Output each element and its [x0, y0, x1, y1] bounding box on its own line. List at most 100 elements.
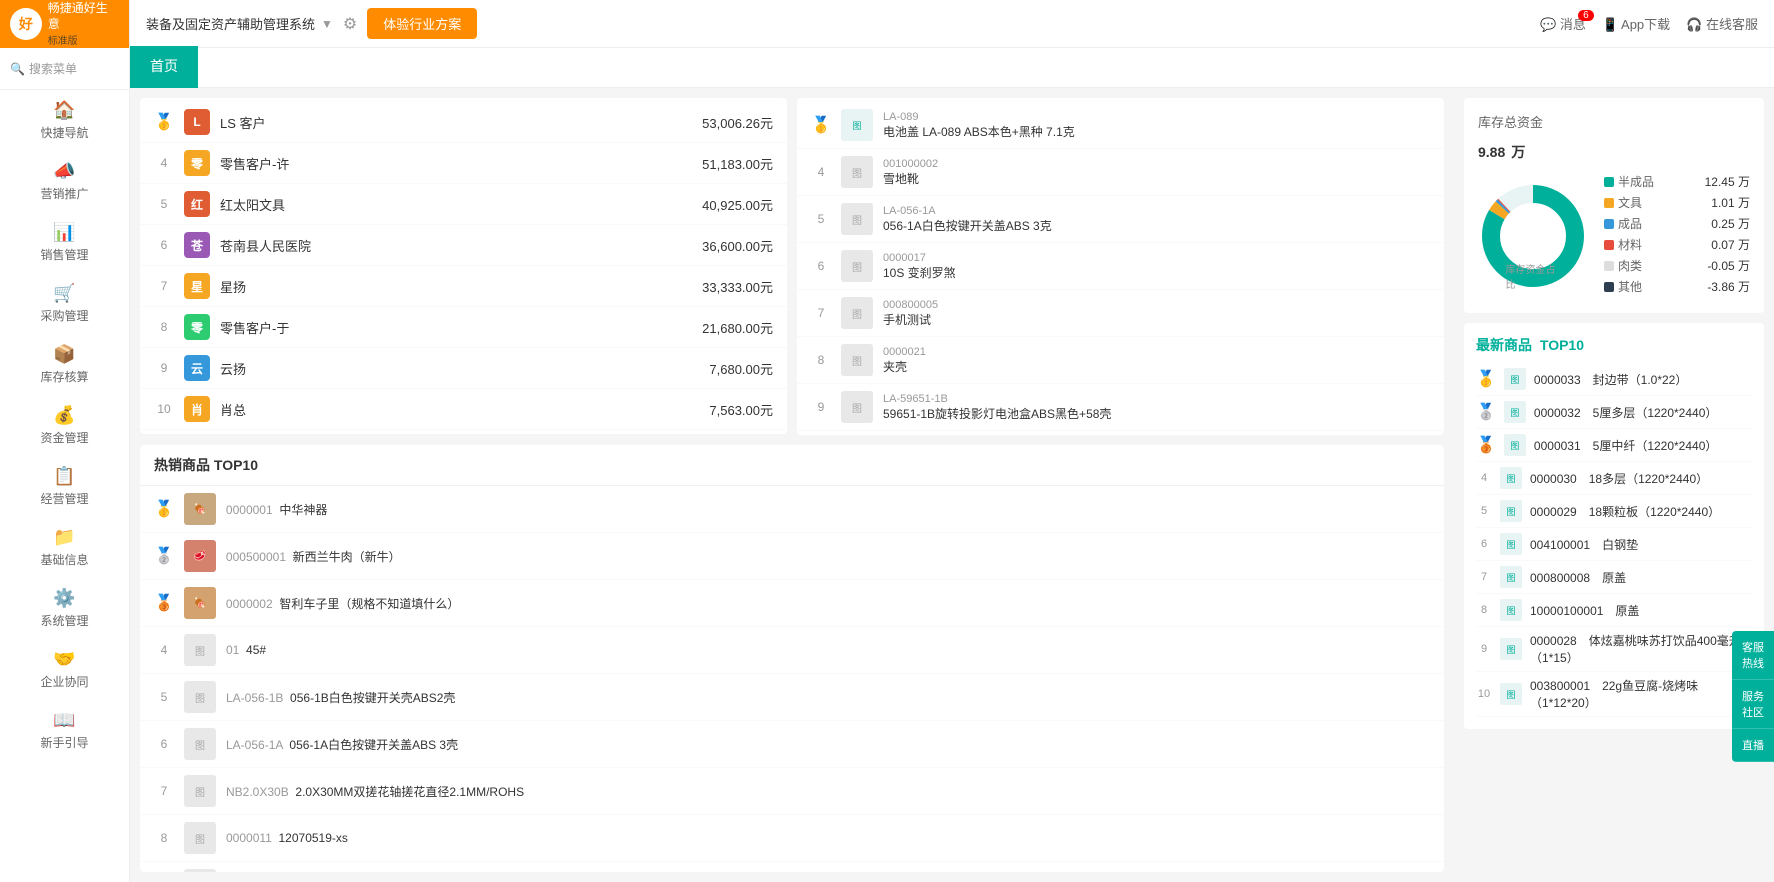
hot-product-item: 8 图 0000011 12070519-xs — [140, 815, 1444, 862]
product-name: 59651-1B旋转投影灯电池盒ABS黑色+58壳 — [883, 405, 1430, 422]
trial-button[interactable]: 体验行业方案 — [367, 8, 477, 39]
new-product-image: 图 — [1500, 500, 1522, 522]
rank-number: 8 — [1476, 604, 1492, 616]
sidebar-search-section[interactable]: 🔍 搜索菜单 — [0, 48, 129, 90]
chart-legend: 半成品 12.45 万 文具 1.01 万 成品 0.25 万 材料 — [1604, 173, 1750, 299]
product-image: 图 — [841, 203, 873, 235]
legend-value: -3.86 万 — [1707, 278, 1750, 295]
product-details: 001000002 雪地靴 — [883, 158, 1430, 187]
new-product-image: 图 — [1500, 566, 1522, 588]
float-btn-service[interactable]: 客服热线 — [1732, 631, 1774, 680]
legend-item: 材料 0.07 万 — [1604, 236, 1750, 253]
sidebar-item-system[interactable]: ⚙️ 系统管理 — [0, 578, 129, 639]
gear-icon[interactable]: ⚙ — [343, 14, 357, 34]
sales-icon: 📊 — [53, 222, 75, 243]
system-selector[interactable]: 装备及固定资产辅助管理系统 ▼ — [146, 14, 333, 33]
rank-number: 8 — [154, 831, 174, 845]
inventory-title: 库存总资金 — [1478, 112, 1750, 131]
product-image: 图 — [184, 728, 216, 760]
rank-number: 6 — [154, 737, 174, 751]
product-image: 图 — [184, 775, 216, 807]
rank-number: 9 — [811, 400, 831, 414]
tab-home[interactable]: 首页 — [130, 46, 198, 89]
product-image: 图 — [841, 109, 873, 141]
product-code: 000800005 — [883, 299, 1430, 311]
rank-number: 6 — [154, 238, 174, 252]
customer-value: 7,563.00元 — [709, 400, 773, 419]
rank-number: 10 — [1476, 688, 1492, 700]
product-code: LA-089 — [883, 111, 1430, 123]
new-product-info: 000800008 原盖 — [1530, 569, 1752, 586]
customer-avatar: 零 — [184, 150, 210, 176]
product-image: 图 — [841, 391, 873, 423]
legend-label: 成品 — [1618, 215, 1642, 232]
new-product-item: 10 图 003800001 22g鱼豆腐-烧烤味（1*12*20） — [1476, 672, 1752, 717]
bronze-medal-icon: 🥉 — [1476, 435, 1496, 455]
new-product-info: 004100001 白钢垫 — [1530, 536, 1752, 553]
product-code: 001000002 — [883, 158, 1430, 170]
new-product-item: 🥈 图 0000032 5厘多层（1220*2440） — [1476, 396, 1752, 429]
app-download-button[interactable]: 📱 App下载 — [1602, 14, 1670, 33]
new-product-item: 5 图 0000029 18颗粒板（1220*2440） — [1476, 495, 1752, 528]
gold-medal-icon: 🥇 — [154, 499, 174, 519]
legend-item: 肉类 -0.05 万 — [1604, 257, 1750, 274]
operations-icon: 📋 — [53, 466, 75, 487]
rank-number: 5 — [154, 690, 174, 704]
product-name: 056-1A白色按键开关盖ABS 3壳 — [289, 738, 458, 752]
rank-number: 4 — [154, 156, 174, 170]
sidebar-item-finance[interactable]: 💰 资金管理 — [0, 395, 129, 456]
product-code: 0000001 — [226, 503, 273, 517]
sidebar-item-sales[interactable]: 📊 销售管理 — [0, 212, 129, 273]
float-btn-live[interactable]: 直播 — [1732, 729, 1774, 762]
product-details: 000800005 手机测试 — [883, 299, 1430, 328]
sidebar-item-inventory[interactable]: 📦 库存核算 — [0, 334, 129, 395]
sold-product-item: 8 图 0000021 夹壳 — [797, 337, 1444, 384]
online-service-button[interactable]: 🎧 在线客服 — [1686, 14, 1758, 33]
sidebar-item-purchase[interactable]: 🛒 采购管理 — [0, 273, 129, 334]
sidebar-item-quicknav[interactable]: 🏠 快捷导航 — [0, 90, 129, 151]
legend-label: 肉类 — [1618, 257, 1642, 274]
sidebar-item-collab[interactable]: 🤝 企业协同 — [0, 639, 129, 700]
sold-product-item: 7 图 000800005 手机测试 — [797, 290, 1444, 337]
system-name: 装备及固定资产辅助管理系统 — [146, 14, 315, 33]
new-product-info: 0000033 封边带（1.0*22） — [1534, 371, 1752, 388]
float-btn-community[interactable]: 服务社区 — [1732, 680, 1774, 729]
product-name: 夹壳 — [883, 358, 1430, 375]
guide-icon: 📖 — [53, 710, 75, 731]
chart-label: 库存资金占比 — [1506, 261, 1561, 291]
product-image: 🍖 — [184, 493, 216, 525]
sidebar-item-basics[interactable]: 📁 基础信息 — [0, 517, 129, 578]
customer-name: LS 客户 — [220, 113, 692, 132]
product-code: LA-056-1B — [226, 691, 283, 705]
basics-icon: 📁 — [53, 527, 75, 548]
sidebar-item-operations[interactable]: 📋 经营管理 — [0, 456, 129, 517]
basics-label: 基础信息 — [40, 551, 88, 568]
rank-number: 7 — [154, 279, 174, 293]
legend-value: 1.01 万 — [1711, 194, 1750, 211]
customer-avatar: 云 — [184, 355, 210, 381]
product-details: LA-089 电池盖 LA-089 ABS本色+黑种 7.1克 — [883, 111, 1430, 140]
quicknav-label: 快捷导航 — [40, 124, 88, 141]
message-icon: 💬 — [1540, 17, 1556, 32]
logo-sub: 标准版 — [48, 32, 119, 47]
inventory-amount: 9.88 万 — [1478, 137, 1750, 163]
rank-number: 4 — [154, 643, 174, 657]
operations-label: 经营管理 — [40, 490, 88, 507]
logo-icon: 好 — [10, 8, 42, 40]
legend-item: 半成品 12.45 万 — [1604, 173, 1750, 190]
new-product-info: 003800001 22g鱼豆腐-烧烤味（1*12*20） — [1530, 677, 1752, 711]
left-area: 🥇 L LS 客户 53,006.26元 4 零 零售客户-许 51,183.0… — [130, 88, 1454, 882]
finance-label: 资金管理 — [40, 429, 88, 446]
sidebar-item-guide[interactable]: 📖 新手引导 — [0, 700, 129, 761]
product-name: 雪地靴 — [883, 170, 1430, 187]
product-name: 12070519-xs — [279, 831, 348, 845]
sidebar-item-marketing[interactable]: 📣 营销推广 — [0, 151, 129, 212]
rank-number: 5 — [154, 197, 174, 211]
message-button[interactable]: 💬 消息 6 — [1540, 14, 1586, 33]
product-image: 图 — [841, 297, 873, 329]
search-menu-button[interactable]: 🔍 搜索菜单 — [10, 56, 119, 81]
rank-number: 10 — [154, 402, 174, 416]
customer-value: 53,006.26元 — [702, 113, 773, 132]
gold-medal-icon: 🥇 — [1476, 369, 1496, 389]
product-image: 图 — [184, 634, 216, 666]
